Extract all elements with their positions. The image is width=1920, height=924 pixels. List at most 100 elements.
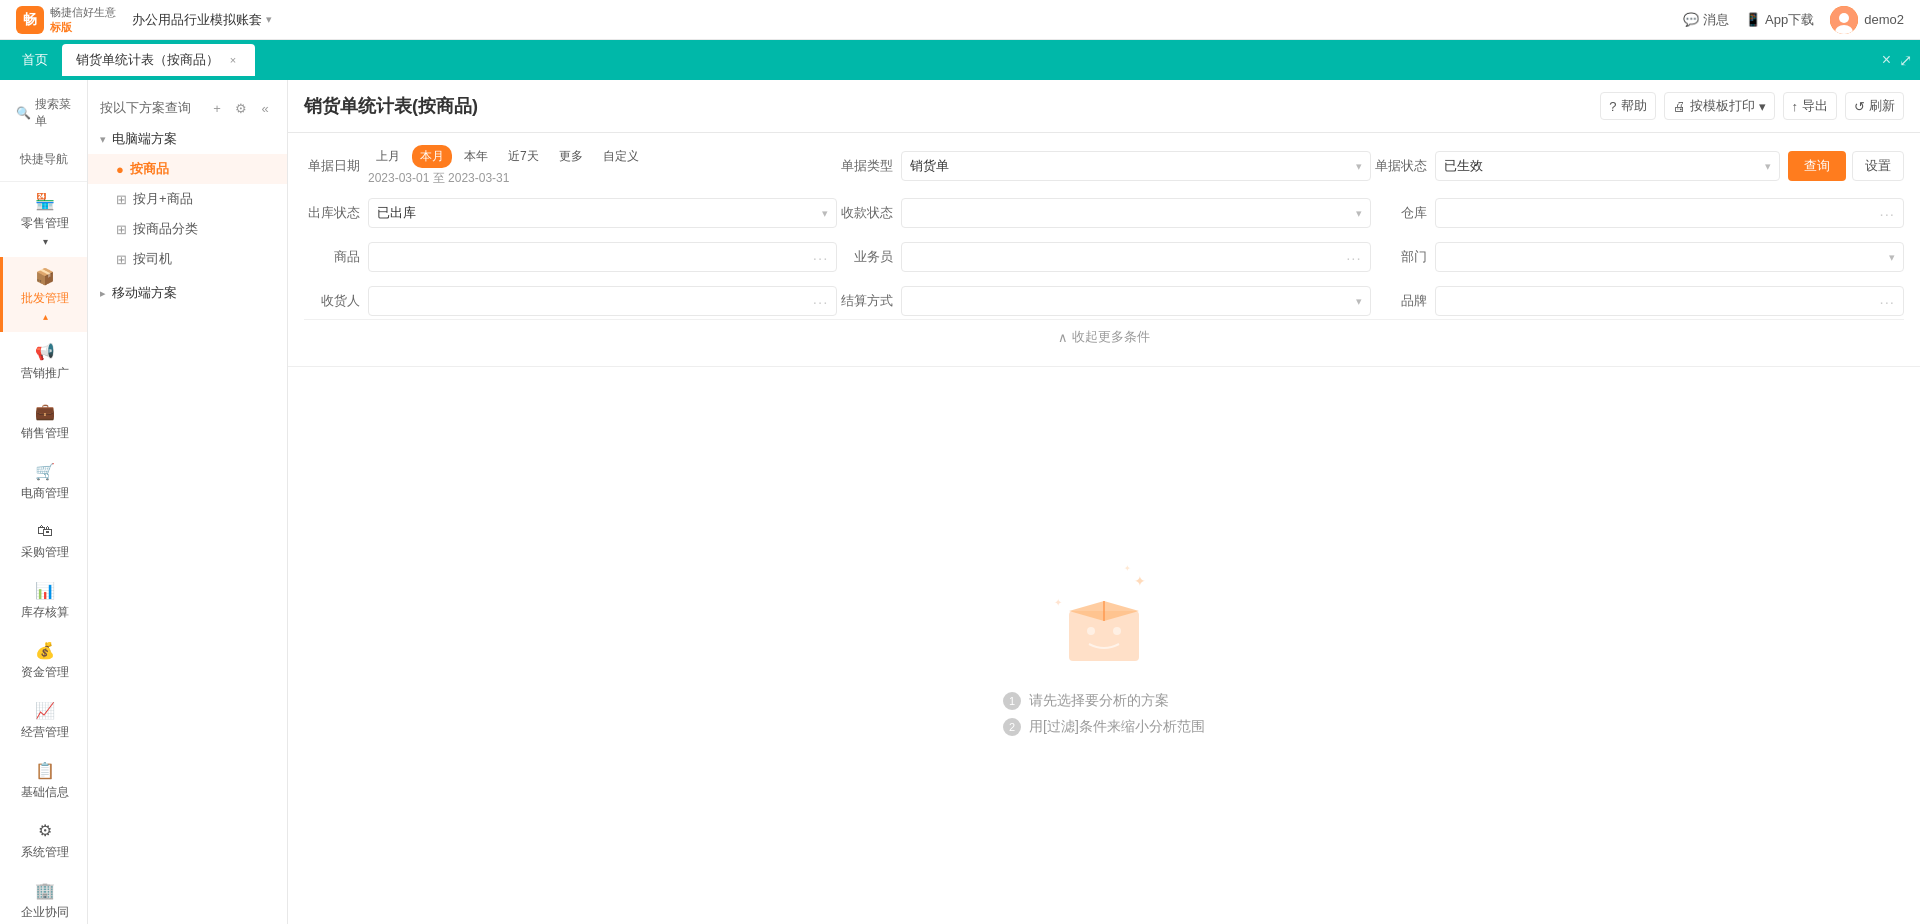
help-button[interactable]: ? 帮助: [1600, 92, 1655, 120]
sidebar-item-basic[interactable]: 📋 基础信息: [0, 751, 87, 811]
settings-button[interactable]: 设置: [1852, 151, 1904, 181]
collapse-icon: ∧: [1058, 330, 1068, 345]
logo-text: 畅捷信好生意 标版: [50, 5, 116, 34]
sidebar-item-purchase[interactable]: 🛍 采购管理: [0, 512, 87, 571]
sidebar-item-retail[interactable]: 🏪 零售管理 ▾: [0, 182, 87, 257]
receiver-input[interactable]: ···: [368, 286, 837, 316]
sidebar-item-enterprise[interactable]: 🏢 企业协同: [0, 871, 87, 924]
receiver-label: 收货人: [304, 292, 368, 310]
message-icon: 💬: [1683, 12, 1699, 27]
tab-maximize-icon[interactable]: ⤢: [1899, 51, 1912, 70]
sidebar-item-marketing[interactable]: 📢 营销推广: [0, 332, 87, 392]
sidebar-item-sales[interactable]: 💼 销售管理: [0, 392, 87, 452]
quick-nav-button[interactable]: 快捷导航: [8, 146, 79, 173]
product-label: 商品: [304, 248, 368, 266]
tab-home[interactable]: 首页: [8, 44, 62, 76]
sidebar-item-finance[interactable]: 💰 资金管理: [0, 631, 87, 691]
operation-icon: 📈: [35, 701, 55, 720]
filter-box: 单据日期 上月 本月 本年 近7天 更多 自定义 2023-03-01 至 20…: [288, 133, 1920, 367]
sidebar-item-system[interactable]: ⚙ 系统管理: [0, 811, 87, 871]
help-icon: ?: [1609, 99, 1616, 114]
product-input[interactable]: ···: [368, 242, 837, 272]
page-header: 销货单统计表(按商品) ? 帮助 🖨 按模板打印 ▾ ↑ 导出: [288, 80, 1920, 133]
refresh-button[interactable]: ↺ 刷新: [1845, 92, 1904, 120]
sub-item-by-category[interactable]: ⊞ 按商品分类: [88, 214, 287, 244]
message-button[interactable]: 💬 消息: [1683, 11, 1729, 29]
sub-item-by-driver[interactable]: ⊞ 按司机: [88, 244, 287, 274]
export-button[interactable]: ↑ 导出: [1783, 92, 1838, 120]
collapse-sidebar-button[interactable]: «: [255, 98, 275, 118]
empty-tips: 1 请先选择要分析的方案 2 用[过滤]条件来缩小分析范围: [1003, 692, 1205, 736]
sub-item-by-product[interactable]: ● 按商品: [88, 154, 287, 184]
filter-cell-warehouse: 仓库 ···: [1371, 195, 1904, 231]
collapse-button[interactable]: ∧ 收起更多条件: [1058, 328, 1150, 346]
sub-group-pc: ▾ 电脑端方案 ● 按商品 ⊞ 按月+商品 ⊞ 按商品分类 ⊞ 按司机: [88, 124, 287, 274]
sub-group-mobile-header[interactable]: ▸ 移动端方案: [88, 278, 287, 308]
topbar: 畅 畅捷信好生意 标版 办公用品行业模拟账套 ▾ 💬 消息 📱 App下载 de…: [0, 0, 1920, 40]
brand-input[interactable]: ···: [1435, 286, 1904, 316]
print-button[interactable]: 🖨 按模板打印 ▾: [1664, 92, 1775, 120]
sidebar: 🔍 搜索菜单 快捷导航 🏪 零售管理 ▾ 📦 批发管理 ▴ 📢 营销推广: [0, 80, 88, 924]
salesman-dots-icon: ···: [1346, 249, 1362, 266]
filter-cell-department: 部门 ▾: [1371, 239, 1904, 275]
tabbar-actions: × ⤢: [1882, 51, 1912, 70]
out-status-input[interactable]: 已出库 ▾: [368, 198, 837, 228]
filter-row-3: 商品 ··· 业务员 ··· 部门: [304, 239, 1904, 275]
tab-report[interactable]: 销货单统计表（按商品） ×: [62, 44, 255, 76]
empty-tip-1: 1 请先选择要分析的方案: [1003, 692, 1205, 710]
warehouse-input[interactable]: ···: [1435, 198, 1904, 228]
enterprise-icon: 🏢: [35, 881, 55, 900]
tab-close-all-icon[interactable]: ×: [1882, 51, 1891, 70]
sub-group-pc-header[interactable]: ▾ 电脑端方案: [88, 124, 287, 154]
page-actions: ? 帮助 🖨 按模板打印 ▾ ↑ 导出 ↺ 刷新: [1600, 92, 1904, 132]
sidebar-item-wholesale[interactable]: 📦 批发管理 ▴: [0, 257, 87, 332]
out-status-label: 出库状态: [304, 204, 368, 222]
app-download-button[interactable]: 📱 App下载: [1745, 11, 1814, 29]
payment-input[interactable]: ▾: [901, 286, 1370, 316]
department-input[interactable]: ▾: [1435, 242, 1904, 272]
sidebar-item-ecommerce[interactable]: 🛒 电商管理: [0, 452, 87, 512]
main-content: 销货单统计表(按商品) ? 帮助 🖨 按模板打印 ▾ ↑ 导出: [288, 80, 1920, 924]
svg-point-7: [1113, 627, 1121, 635]
collapse-bar[interactable]: ∧ 收起更多条件: [304, 319, 1904, 354]
inventory-icon: 📊: [35, 581, 55, 600]
refresh-icon: ↺: [1854, 99, 1865, 114]
tip-2-number: 2: [1003, 718, 1021, 736]
filter-cell-doc-status: 单据状态 已生效 ▾ 查询 设置: [1371, 145, 1904, 187]
shortcut-last-month[interactable]: 上月: [368, 145, 408, 168]
shortcut-last7[interactable]: 近7天: [500, 145, 547, 168]
doc-status-input[interactable]: 已生效 ▾: [1435, 151, 1780, 181]
doc-type-input[interactable]: 销货单 ▾: [901, 151, 1370, 181]
receive-status-input[interactable]: ▾: [901, 198, 1370, 228]
add-scheme-button[interactable]: +: [207, 98, 227, 118]
search-menu-button[interactable]: 🔍 搜索菜单: [8, 90, 79, 136]
shortcut-more[interactable]: 更多: [551, 145, 591, 168]
sub-group-mobile: ▸ 移动端方案: [88, 278, 287, 308]
doc-status-dropdown-icon: ▾: [1765, 160, 1771, 173]
basic-icon: 📋: [35, 761, 55, 780]
sidebar-item-operation[interactable]: 📈 经营管理: [0, 691, 87, 751]
chevron-down-icon: ▾: [266, 13, 272, 26]
sub-item-by-month-product[interactable]: ⊞ 按月+商品: [88, 184, 287, 214]
department-dropdown-icon: ▾: [1889, 251, 1895, 264]
shortcut-custom[interactable]: 自定义: [595, 145, 647, 168]
sidebar-item-inventory[interactable]: 📊 库存核算: [0, 571, 87, 631]
shortcut-current-year[interactable]: 本年: [456, 145, 496, 168]
print-dropdown-icon: ▾: [1759, 99, 1766, 114]
tab-close-icon[interactable]: ×: [225, 52, 241, 68]
logo-icon: 畅: [16, 6, 44, 34]
shortcut-current-month[interactable]: 本月: [412, 145, 452, 168]
query-button[interactable]: 查询: [1788, 151, 1846, 181]
finance-icon: 💰: [35, 641, 55, 660]
wholesale-icon: 📦: [35, 267, 55, 286]
sidebar-menu: 🏪 零售管理 ▾ 📦 批发管理 ▴ 📢 营销推广 💼 销售管理 🛒 电商管理: [0, 182, 87, 924]
manage-scheme-button[interactable]: ⚙: [231, 98, 251, 118]
workspace-selector[interactable]: 办公用品行业模拟账套 ▾: [124, 7, 280, 33]
category-scheme-icon: ⊞: [116, 222, 127, 237]
system-icon: ⚙: [38, 821, 52, 840]
print-icon: 🖨: [1673, 99, 1686, 114]
salesman-input[interactable]: ···: [901, 242, 1370, 272]
sidebar-search-area: 🔍 搜索菜单: [0, 80, 87, 142]
user-menu[interactable]: demo2: [1830, 6, 1904, 34]
filter-cell-date: 单据日期 上月 本月 本年 近7天 更多 自定义 2023-03-01 至 20…: [304, 145, 837, 187]
